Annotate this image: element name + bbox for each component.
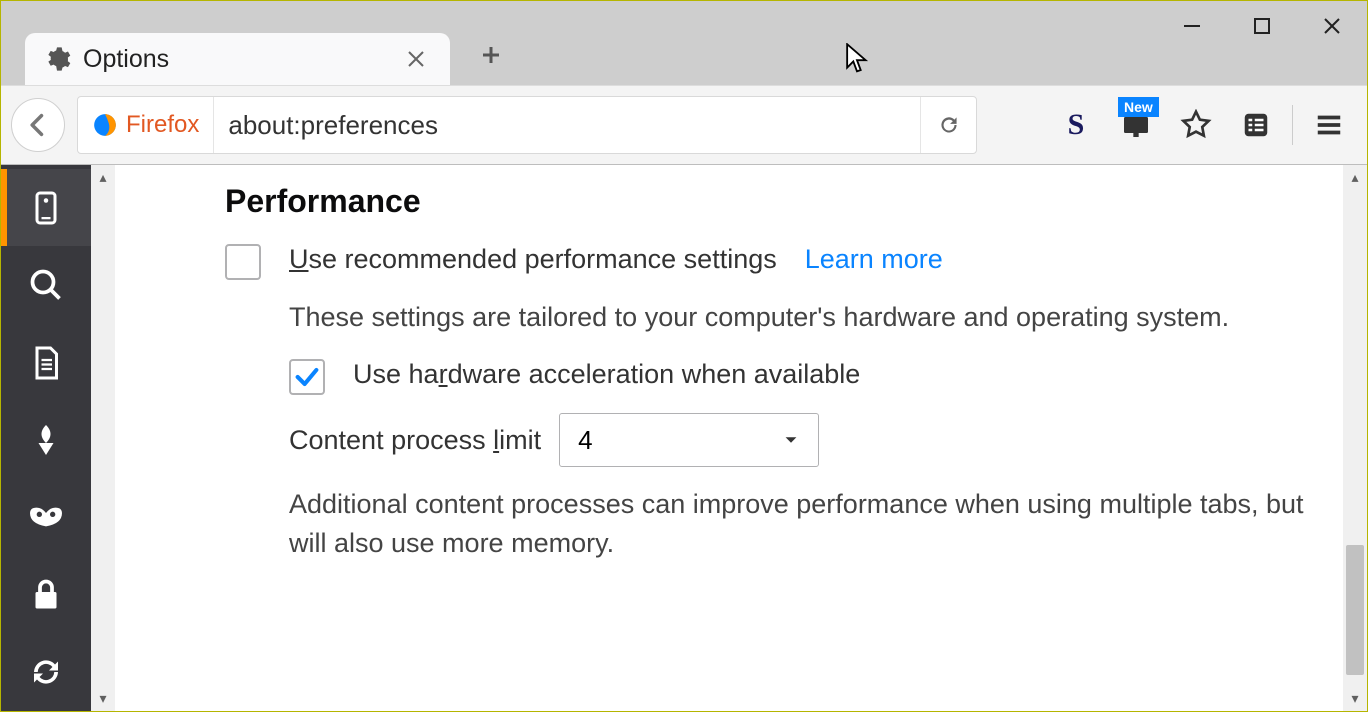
recommended-description: These settings are tailored to your comp… [289,298,1327,337]
scrollbar-thumb[interactable] [1346,545,1364,675]
sidebar-scrollbar[interactable]: ▴ ▾ [91,165,115,711]
use-recommended-label: Use recommended performance settings [289,244,777,275]
window-maximize-button[interactable] [1227,1,1297,51]
performance-heading: Performance [225,183,1327,220]
hamburger-menu-button[interactable] [1305,101,1353,149]
chevron-down-icon [782,431,800,449]
sidebar-applications[interactable] [1,401,91,478]
bookmarks-star-icon[interactable] [1172,101,1220,149]
process-limit-description: Additional content processes can improve… [289,485,1327,563]
new-badge: New [1118,97,1159,117]
main-scrollbar[interactable]: ▴ ▾ [1343,165,1367,711]
preferences-main-pane: Performance Use recommended performance … [115,165,1367,711]
back-button[interactable] [11,98,65,152]
gear-icon [43,45,71,73]
window-minimize-button[interactable] [1157,1,1227,51]
scroll-down-icon: ▾ [99,686,106,711]
preferences-sidebar [1,165,91,711]
use-recommended-checkbox[interactable] [225,244,261,280]
learn-more-link[interactable]: Learn more [805,244,943,275]
scroll-down-icon: ▾ [1351,686,1358,711]
mouse-cursor-icon [844,43,870,75]
url-bar[interactable]: Firefox about:preferences [77,96,977,154]
extension-s-icon[interactable]: S [1052,101,1100,149]
process-limit-label: Content process limit [289,425,541,456]
extension-presenter-icon[interactable]: New [1112,101,1160,149]
process-limit-value: 4 [578,425,592,456]
sidebar-security[interactable] [1,556,91,633]
sidebar-privacy[interactable] [1,479,91,556]
reading-list-icon[interactable] [1232,101,1280,149]
browser-tab[interactable]: Options [25,33,450,85]
sidebar-content[interactable] [1,324,91,401]
hardware-accel-label: Use hardware acceleration when available [353,359,860,390]
new-tab-button[interactable] [471,35,511,75]
firefox-icon [92,112,118,138]
tab-title: Options [83,45,400,74]
scroll-up-icon: ▴ [1351,165,1358,190]
tab-close-button[interactable] [400,49,432,69]
reload-button[interactable] [920,97,976,153]
sidebar-general[interactable] [1,169,91,246]
process-limit-select[interactable]: 4 [559,413,819,467]
sidebar-sync[interactable] [1,634,91,711]
hardware-accel-checkbox[interactable] [289,359,325,395]
url-text: about:preferences [214,110,920,141]
sidebar-search[interactable] [1,246,91,323]
navigation-bar: Firefox about:preferences S New [1,85,1367,165]
identity-label: Firefox [126,111,199,139]
identity-box[interactable]: Firefox [78,97,214,153]
window-close-button[interactable] [1297,1,1367,51]
scroll-up-icon: ▴ [99,165,106,190]
